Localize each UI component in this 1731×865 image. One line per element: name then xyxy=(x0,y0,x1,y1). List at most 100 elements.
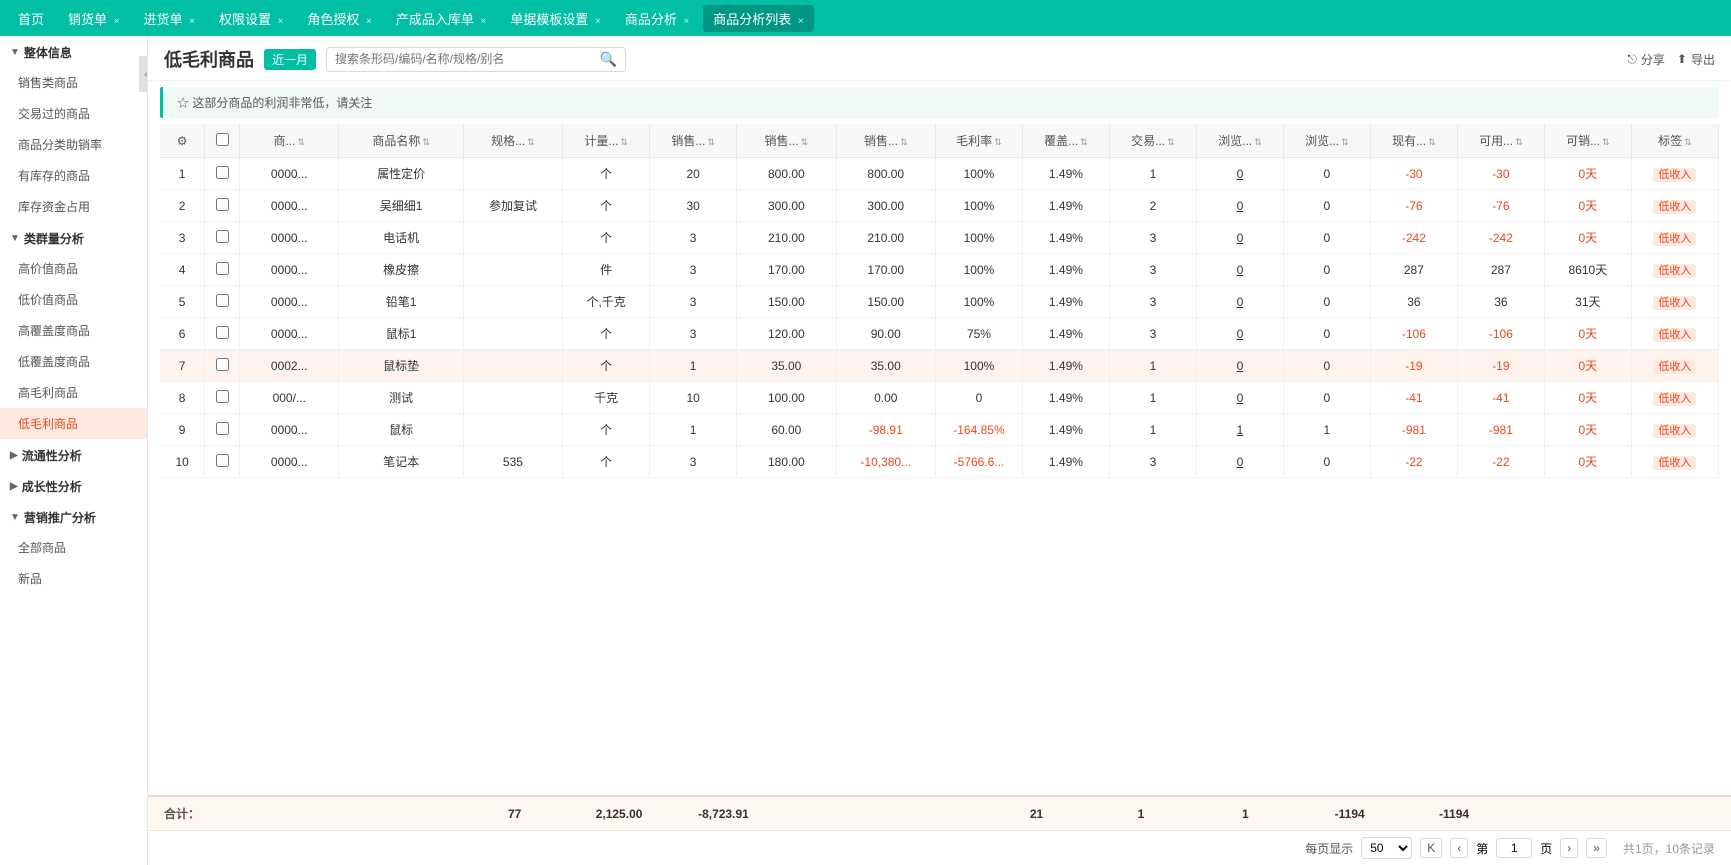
nav-close-permissions[interactable]: × xyxy=(278,16,284,27)
sidebar-item-low-value[interactable]: 低价值商品 xyxy=(0,284,147,315)
row-checkbox-cell xyxy=(205,222,240,254)
col-unit[interactable]: 计量...⇅ xyxy=(563,124,650,158)
sidebar-item-high-value[interactable]: 高价值商品 xyxy=(0,253,147,284)
col-spec[interactable]: 规格...⇅ xyxy=(463,124,562,158)
sidebar-section-cluster[interactable]: ▼ 类群量分析 xyxy=(0,222,147,253)
row-views1[interactable]: 0 xyxy=(1196,158,1283,190)
col-sellable[interactable]: 可销...⇅ xyxy=(1544,124,1631,158)
last-page-button[interactable]: » xyxy=(1586,838,1607,858)
row-sales-profit: 210.00 xyxy=(836,222,935,254)
prev-page-button[interactable]: ‹ xyxy=(1450,838,1468,858)
col-settings[interactable]: ⚙ xyxy=(160,124,205,158)
col-stock-avail[interactable]: 可用...⇅ xyxy=(1457,124,1544,158)
sidebar-section-marketing[interactable]: ▼ 营销推广分析 xyxy=(0,501,147,532)
row-views1[interactable]: 0 xyxy=(1196,350,1283,382)
row-checkbox[interactable] xyxy=(216,166,229,179)
nav-purchase-order[interactable]: 进货单 × xyxy=(133,5,204,32)
row-name: 鼠标垫 xyxy=(339,350,463,382)
nav-close-sales[interactable]: × xyxy=(114,16,120,27)
col-tag[interactable]: 标签⇅ xyxy=(1631,124,1718,158)
sidebar-section-overall[interactable]: ▼ 整体信息 xyxy=(0,36,147,67)
sidebar-item-low-coverage[interactable]: 低覆盖度商品 xyxy=(0,346,147,377)
sidebar-section-flow[interactable]: ▶ 流通性分析 xyxy=(0,439,147,470)
nav-home[interactable]: 首页 xyxy=(8,5,54,32)
row-checkbox[interactable] xyxy=(216,198,229,211)
search-input[interactable] xyxy=(335,52,600,66)
row-checkbox[interactable] xyxy=(216,326,229,339)
sidebar-item-high-profit[interactable]: 高毛利商品 xyxy=(0,377,147,408)
first-page-button[interactable]: K xyxy=(1420,838,1442,858)
export-button[interactable]: ⬆ 导出 xyxy=(1677,51,1715,68)
nav-close-product-inbound[interactable]: × xyxy=(481,16,487,27)
col-coverage[interactable]: 覆盖...⇅ xyxy=(1022,124,1109,158)
row-views1[interactable]: 0 xyxy=(1196,318,1283,350)
sidebar-item-new-goods[interactable]: 新品 xyxy=(0,563,147,594)
col-views1[interactable]: 浏览...⇅ xyxy=(1196,124,1283,158)
row-views1[interactable]: 0 xyxy=(1196,382,1283,414)
col-views2[interactable]: 浏览...⇅ xyxy=(1283,124,1370,158)
col-sales-qty[interactable]: 销售...⇅ xyxy=(650,124,737,158)
nav-close-role-auth[interactable]: × xyxy=(366,16,372,27)
nav-product-analysis-list[interactable]: 商品分析列表 × xyxy=(703,5,813,32)
total-sales-profit: -8,723.91 xyxy=(671,807,775,821)
sidebar-collapse-button[interactable]: « xyxy=(139,56,148,92)
row-views1[interactable]: 1 xyxy=(1196,414,1283,446)
col-sales-profit[interactable]: 销售...⇅ xyxy=(836,124,935,158)
sidebar-section-growth[interactable]: ▶ 成长性分析 xyxy=(0,470,147,501)
per-page-select[interactable]: 50 100 200 xyxy=(1361,837,1412,859)
nav-product-analysis[interactable]: 商品分析 × xyxy=(615,5,699,32)
nav-product-inbound[interactable]: 产成品入库单 × xyxy=(386,5,496,32)
row-checkbox[interactable] xyxy=(216,230,229,243)
sidebar-item-high-coverage[interactable]: 高覆盖度商品 xyxy=(0,315,147,346)
share-button[interactable]: ⎋ 分享 xyxy=(1627,51,1665,68)
row-code: 0000... xyxy=(240,222,339,254)
nav-template-settings[interactable]: 单据模板设置 × xyxy=(500,5,610,32)
nav-sales-order[interactable]: 销货单 × xyxy=(58,5,129,32)
row-checkbox[interactable] xyxy=(216,390,229,403)
footer-total: 合计： 77 2,125.00 -8,723.91 21 1 1 -1194 -… xyxy=(148,795,1731,830)
sidebar-item-traded-goods[interactable]: 交易过的商品 xyxy=(0,98,147,129)
sidebar-item-category-rate[interactable]: 商品分类助销率 xyxy=(0,129,147,160)
row-views1[interactable]: 0 xyxy=(1196,254,1283,286)
nav-role-auth[interactable]: 角色授权 × xyxy=(297,5,381,32)
tag-badge: 低收入 xyxy=(1653,456,1696,470)
row-views1[interactable]: 0 xyxy=(1196,446,1283,478)
nav-close-analysis[interactable]: × xyxy=(683,16,689,27)
col-code[interactable]: 商...⇅ xyxy=(240,124,339,158)
col-transactions[interactable]: 交易...⇅ xyxy=(1109,124,1196,158)
sidebar-item-stock-capital[interactable]: 库存资金占用 xyxy=(0,191,147,222)
page-input[interactable] xyxy=(1496,838,1532,858)
total-views1: 1 xyxy=(1089,807,1193,821)
nav-close-purchase[interactable]: × xyxy=(189,16,195,27)
row-checkbox[interactable] xyxy=(216,294,229,307)
nav-permissions[interactable]: 权限设置 × xyxy=(209,5,293,32)
row-checkbox[interactable] xyxy=(216,422,229,435)
row-views1[interactable]: 0 xyxy=(1196,222,1283,254)
row-stock-avail: 36 xyxy=(1457,286,1544,318)
col-stock-now[interactable]: 现有...⇅ xyxy=(1370,124,1457,158)
search-icon[interactable]: 🔍 xyxy=(600,51,617,68)
sidebar-item-sales-goods[interactable]: 销售类商品 xyxy=(0,67,147,98)
nav-close-template[interactable]: × xyxy=(595,16,601,27)
sidebar-item-all-goods[interactable]: 全部商品 xyxy=(0,532,147,563)
col-name[interactable]: 商品名称⇅ xyxy=(339,124,463,158)
sidebar-item-low-profit[interactable]: 低毛利商品 xyxy=(0,408,147,439)
row-checkbox-cell xyxy=(205,286,240,318)
row-checkbox[interactable] xyxy=(216,262,229,275)
col-profit-rate[interactable]: 毛利率⇅ xyxy=(935,124,1022,158)
next-page-button[interactable]: › xyxy=(1560,838,1578,858)
row-views1[interactable]: 0 xyxy=(1196,190,1283,222)
nav-close-analysis-list[interactable]: × xyxy=(798,16,804,27)
select-all-checkbox[interactable] xyxy=(216,133,229,146)
row-coverage: 1.49% xyxy=(1022,158,1109,190)
row-code: 0000... xyxy=(240,254,339,286)
row-checkbox[interactable] xyxy=(216,454,229,467)
row-views1[interactable]: 0 xyxy=(1196,286,1283,318)
sidebar-item-in-stock-goods[interactable]: 有库存的商品 xyxy=(0,160,147,191)
tag-badge: 低收入 xyxy=(1653,232,1696,246)
row-checkbox[interactable] xyxy=(216,358,229,371)
header-actions: ⎋ 分享 ⬆ 导出 xyxy=(1627,51,1715,68)
export-label: 导出 xyxy=(1691,51,1715,68)
col-sales-amt[interactable]: 销售...⇅ xyxy=(737,124,836,158)
period-tag[interactable]: 近一月 xyxy=(264,49,316,70)
